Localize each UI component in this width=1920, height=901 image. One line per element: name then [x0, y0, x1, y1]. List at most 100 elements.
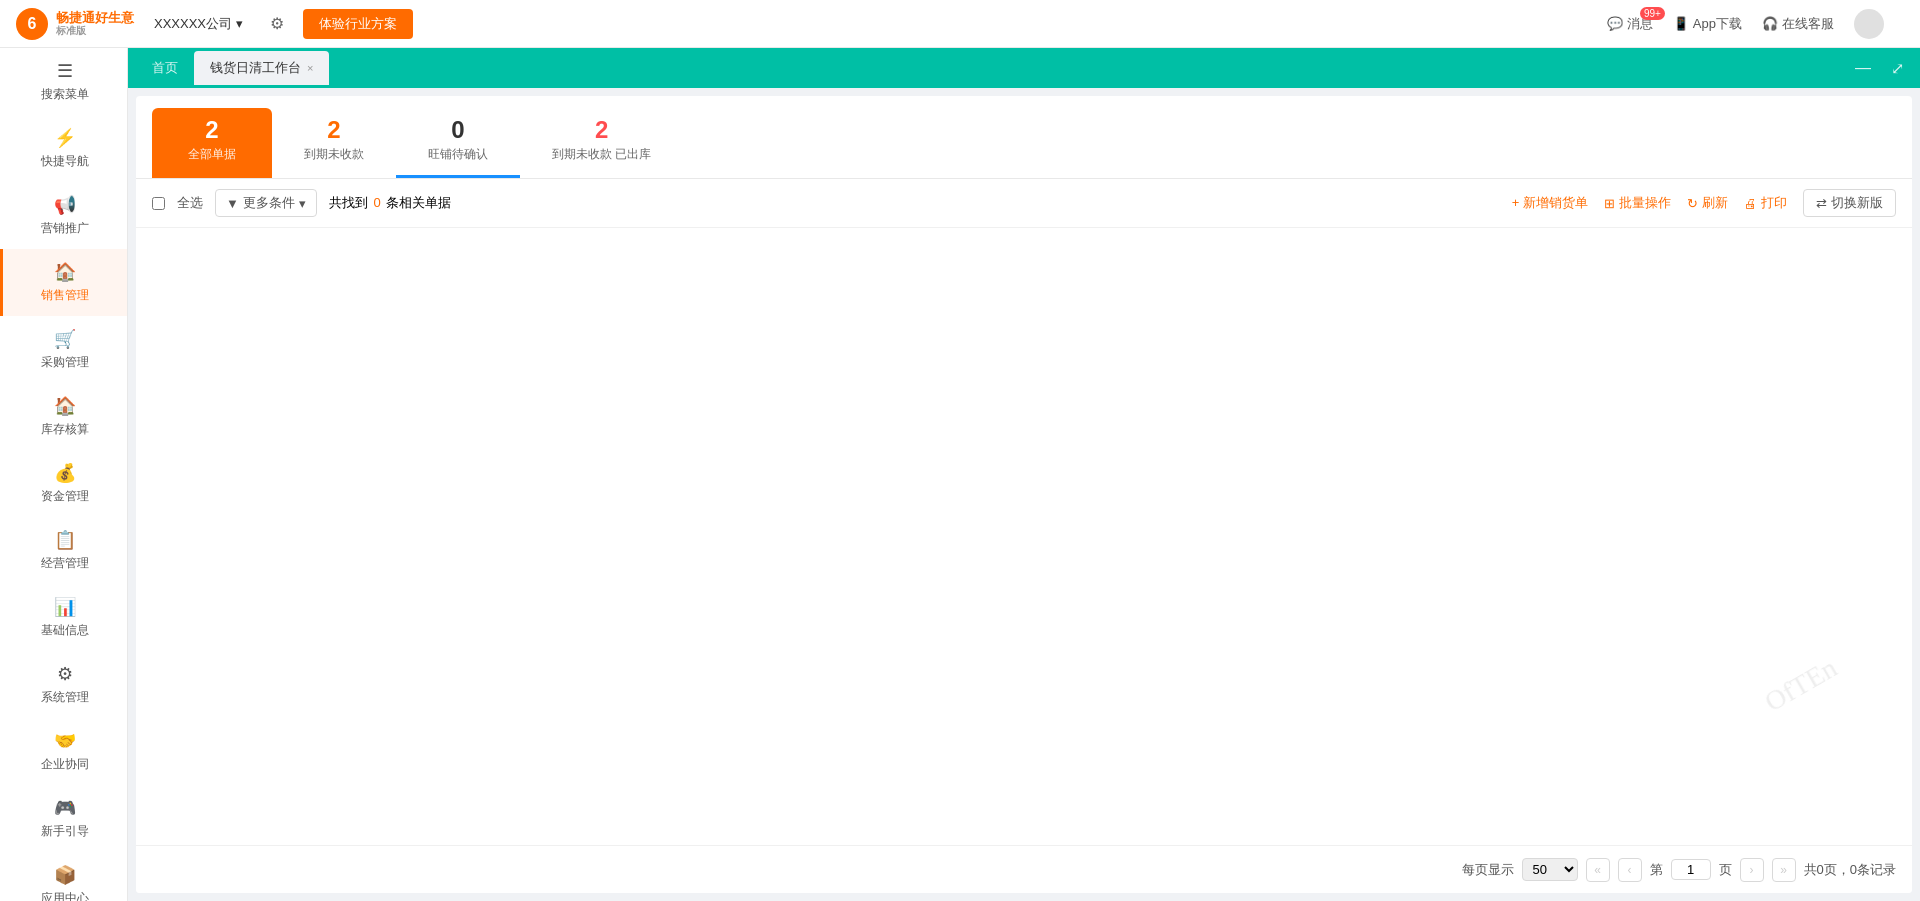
sidebar-item-label: 搜索菜单 [41, 86, 89, 103]
sidebar-item-inventory[interactable]: 🏠 库存核算 [0, 383, 127, 450]
sidebar-item-system[interactable]: ⚙ 系统管理 [0, 651, 127, 718]
tab-close-icon[interactable]: × [307, 62, 313, 74]
finance-icon: 💰 [54, 462, 76, 484]
batch-action-button[interactable]: ⊞ 批量操作 [1604, 194, 1671, 212]
last-page-btn[interactable]: » [1772, 858, 1796, 882]
app-download-label: App下载 [1693, 15, 1742, 33]
sidebar-item-finance[interactable]: 💰 资金管理 [0, 450, 127, 517]
stat-label-shipped: 到期未收款 已出库 [552, 146, 651, 163]
refresh-icon: ↻ [1687, 196, 1698, 211]
sidebar-item-guide[interactable]: 🎮 新手引导 [0, 785, 127, 852]
filter-dropdown-icon: ▾ [299, 196, 306, 211]
sidebar-item-label: 系统管理 [41, 689, 89, 706]
message-action[interactable]: 💬 消息 99+ [1607, 15, 1653, 33]
add-sales-button[interactable]: + 新增销货单 [1512, 194, 1588, 212]
sidebar-item-label: 销售管理 [41, 287, 89, 304]
app-version: 标准版 [56, 25, 134, 37]
tab-actions: — ⤢ [1847, 55, 1912, 82]
filter-button[interactable]: ▼ 更多条件 ▾ [215, 189, 317, 217]
select-all-checkbox[interactable] [152, 197, 165, 210]
guide-icon: 🎮 [54, 797, 76, 819]
logo-area: 6 畅捷通好生意 标准版 [16, 8, 134, 40]
system-icon: ⚙ [57, 663, 73, 685]
page-size-label: 每页显示 [1462, 861, 1514, 879]
sales-icon: 🏠 [54, 261, 76, 283]
sidebar-item-label: 营销推广 [41, 220, 89, 237]
company-name: XXXXXX公司 [154, 15, 232, 33]
dropdown-icon: ▾ [236, 16, 243, 31]
next-page-btn[interactable]: › [1740, 858, 1764, 882]
avatar[interactable] [1854, 9, 1884, 39]
online-service-label: 在线客服 [1782, 15, 1834, 33]
content-area: 首页 钱货日清工作台 × — ⤢ 2 全部单据 2 到期未收款 [128, 48, 1920, 901]
search-result-suffix: 条相关单据 [386, 195, 451, 210]
page-label: 第 [1650, 861, 1663, 879]
toolbar-right: + 新增销货单 ⊞ 批量操作 ↻ 刷新 🖨 打印 ⇄ [1512, 189, 1896, 217]
sidebar-item-label: 库存核算 [41, 421, 89, 438]
page-content: 2 全部单据 2 到期未收款 0 旺铺待确认 2 到期未收款 已出库 [136, 96, 1912, 893]
app-center-icon: 📦 [54, 864, 76, 886]
tab-workbench[interactable]: 钱货日清工作台 × [194, 51, 329, 85]
quicknav-icon: ⚡ [54, 127, 76, 149]
settings-icon[interactable]: ⚙ [263, 10, 291, 38]
sidebar-item-label: 资金管理 [41, 488, 89, 505]
refresh-label: 刷新 [1702, 194, 1728, 212]
stat-label-all: 全部单据 [188, 146, 236, 163]
sidebar-item-operations[interactable]: 📋 经营管理 [0, 517, 127, 584]
tab-bar: 首页 钱货日清工作台 × — ⤢ [128, 48, 1920, 88]
print-button[interactable]: 🖨 打印 [1744, 194, 1787, 212]
online-service-action[interactable]: 🎧 在线客服 [1762, 15, 1834, 33]
switch-version-button[interactable]: ⇄ 切换新版 [1803, 189, 1896, 217]
sidebar-item-label: 经营管理 [41, 555, 89, 572]
tab-home-label: 首页 [152, 60, 178, 75]
refresh-button[interactable]: ↻ 刷新 [1687, 194, 1728, 212]
filter-label: 更多条件 [243, 194, 295, 212]
stat-tab-pending[interactable]: 0 旺铺待确认 [396, 108, 520, 178]
sidebar-item-basic-info[interactable]: 📊 基础信息 [0, 584, 127, 651]
tab-maximize-btn[interactable]: ⤢ [1883, 55, 1912, 82]
page-number-input[interactable] [1671, 859, 1711, 880]
stat-num-pending: 0 [451, 116, 464, 144]
search-menu-icon: ☰ [57, 60, 73, 82]
stat-tab-all[interactable]: 2 全部单据 [152, 108, 272, 178]
page-size-select[interactable]: 20 50 100 [1522, 858, 1578, 881]
stat-tab-overdue[interactable]: 2 到期未收款 [272, 108, 396, 178]
app-download-action[interactable]: 📱 App下载 [1673, 15, 1742, 33]
tab-minimize-btn[interactable]: — [1847, 55, 1879, 82]
search-result: 共找到 0 条相关单据 [329, 194, 451, 212]
sidebar-item-label: 基础信息 [41, 622, 89, 639]
company-selector[interactable]: XXXXXX公司 ▾ [146, 11, 251, 37]
sidebar-item-app-center[interactable]: 📦 应用中心 [0, 852, 127, 901]
sidebar-item-label: 企业协同 [41, 756, 89, 773]
first-page-btn[interactable]: « [1586, 858, 1610, 882]
service-icon: 🎧 [1762, 16, 1778, 31]
logo-icon: 6 [16, 8, 48, 40]
stat-tab-shipped[interactable]: 2 到期未收款 已出库 [520, 108, 683, 178]
sidebar-item-purchase[interactable]: 🛒 采购管理 [0, 316, 127, 383]
sidebar-item-sales[interactable]: 🏠 销售管理 [0, 249, 127, 316]
print-icon: 🖨 [1744, 196, 1757, 211]
stats-tabs: 2 全部单据 2 到期未收款 0 旺铺待确认 2 到期未收款 已出库 [136, 96, 1912, 179]
download-icon: 📱 [1673, 16, 1689, 31]
operations-icon: 📋 [54, 529, 76, 551]
message-icon: 💬 [1607, 16, 1623, 31]
sidebar-item-label: 新手引导 [41, 823, 89, 840]
header-left: 6 畅捷通好生意 标准版 XXXXXX公司 ▾ ⚙ 体验行业方案 [16, 8, 413, 40]
switch-icon: ⇄ [1816, 196, 1827, 211]
sidebar-item-quicknav[interactable]: ⚡ 快捷导航 [0, 115, 127, 182]
top-header: 6 畅捷通好生意 标准版 XXXXXX公司 ▾ ⚙ 体验行业方案 💬 消息 99… [0, 0, 1920, 48]
tab-home[interactable]: 首页 [136, 51, 194, 85]
trial-button[interactable]: 体验行业方案 [303, 9, 413, 39]
select-all-label: 全选 [177, 194, 203, 212]
sidebar-item-search[interactable]: ☰ 搜索菜单 [0, 48, 127, 115]
purchase-icon: 🛒 [54, 328, 76, 350]
prev-page-btn[interactable]: ‹ [1618, 858, 1642, 882]
stat-num-all: 2 [205, 116, 218, 144]
app-name: 畅捷通好生意 [56, 10, 134, 26]
batch-label: 批量操作 [1619, 194, 1671, 212]
sidebar-item-marketing[interactable]: 📢 营销推广 [0, 182, 127, 249]
sidebar-item-enterprise[interactable]: 🤝 企业协同 [0, 718, 127, 785]
print-label: 打印 [1761, 194, 1787, 212]
search-count: 0 [374, 195, 381, 210]
stat-label-overdue: 到期未收款 [304, 146, 364, 163]
